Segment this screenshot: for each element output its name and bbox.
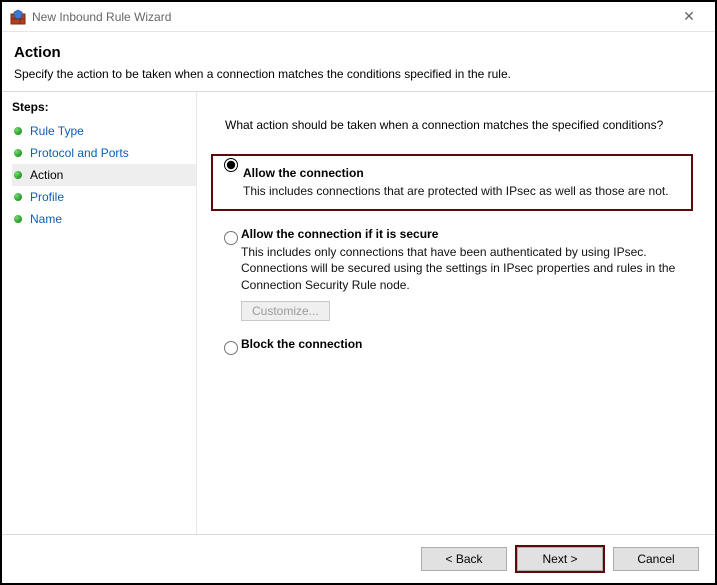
page-title: Action [14,44,703,61]
option-block: Block the connection [219,337,697,358]
steps-sidebar: Steps: Rule Type Protocol and Ports Acti… [2,92,197,534]
step-label: Action [30,168,63,182]
step-profile[interactable]: Profile [12,186,196,208]
action-options: Allow the connection This includes conne… [219,154,697,358]
option-title: Allow the connection [243,166,683,180]
close-button[interactable]: ✕ [669,4,709,29]
back-button[interactable]: < Back [421,547,507,571]
window-title: New Inbound Rule Wizard [32,10,669,24]
step-label: Name [30,212,62,226]
radio-allow-secure[interactable] [224,231,238,245]
bullet-icon [14,149,22,157]
step-protocol-ports[interactable]: Protocol and Ports [12,142,196,164]
wizard-footer: < Back Next > Cancel [2,534,715,583]
step-name[interactable]: Name [12,208,196,230]
wizard-window: New Inbound Rule Wizard ✕ Action Specify… [0,0,717,585]
step-action[interactable]: Action [12,164,196,186]
steps-heading: Steps: [12,100,196,114]
page-subtitle: Specify the action to be taken when a co… [14,67,703,81]
titlebar: New Inbound Rule Wizard ✕ [2,2,715,32]
option-title: Block the connection [241,337,697,351]
cancel-button[interactable]: Cancel [613,547,699,571]
option-allow-highlight: Allow the connection This includes conne… [211,154,693,211]
step-label: Profile [30,190,64,204]
radio-block[interactable] [224,341,238,355]
step-label: Rule Type [30,124,84,138]
firewall-icon [10,9,26,25]
option-allow: Allow the connection This includes conne… [219,154,697,211]
step-label: Protocol and Ports [30,146,129,160]
bullet-icon [14,127,22,135]
content-prompt: What action should be taken when a conne… [225,118,697,132]
option-allow-secure: Allow the connection if it is secure Thi… [219,227,697,321]
bullet-icon [14,215,22,223]
option-desc: This includes connections that are prote… [243,183,683,199]
bullet-icon [14,171,22,179]
bullet-icon [14,193,22,201]
option-desc: This includes only connections that have… [241,244,697,293]
content-panel: What action should be taken when a conne… [197,92,715,534]
wizard-header: Action Specify the action to be taken wh… [2,32,715,92]
wizard-body: Steps: Rule Type Protocol and Ports Acti… [2,92,715,534]
option-title: Allow the connection if it is secure [241,227,697,241]
step-rule-type[interactable]: Rule Type [12,120,196,142]
next-button[interactable]: Next > [517,547,603,571]
customize-button: Customize... [241,301,330,321]
